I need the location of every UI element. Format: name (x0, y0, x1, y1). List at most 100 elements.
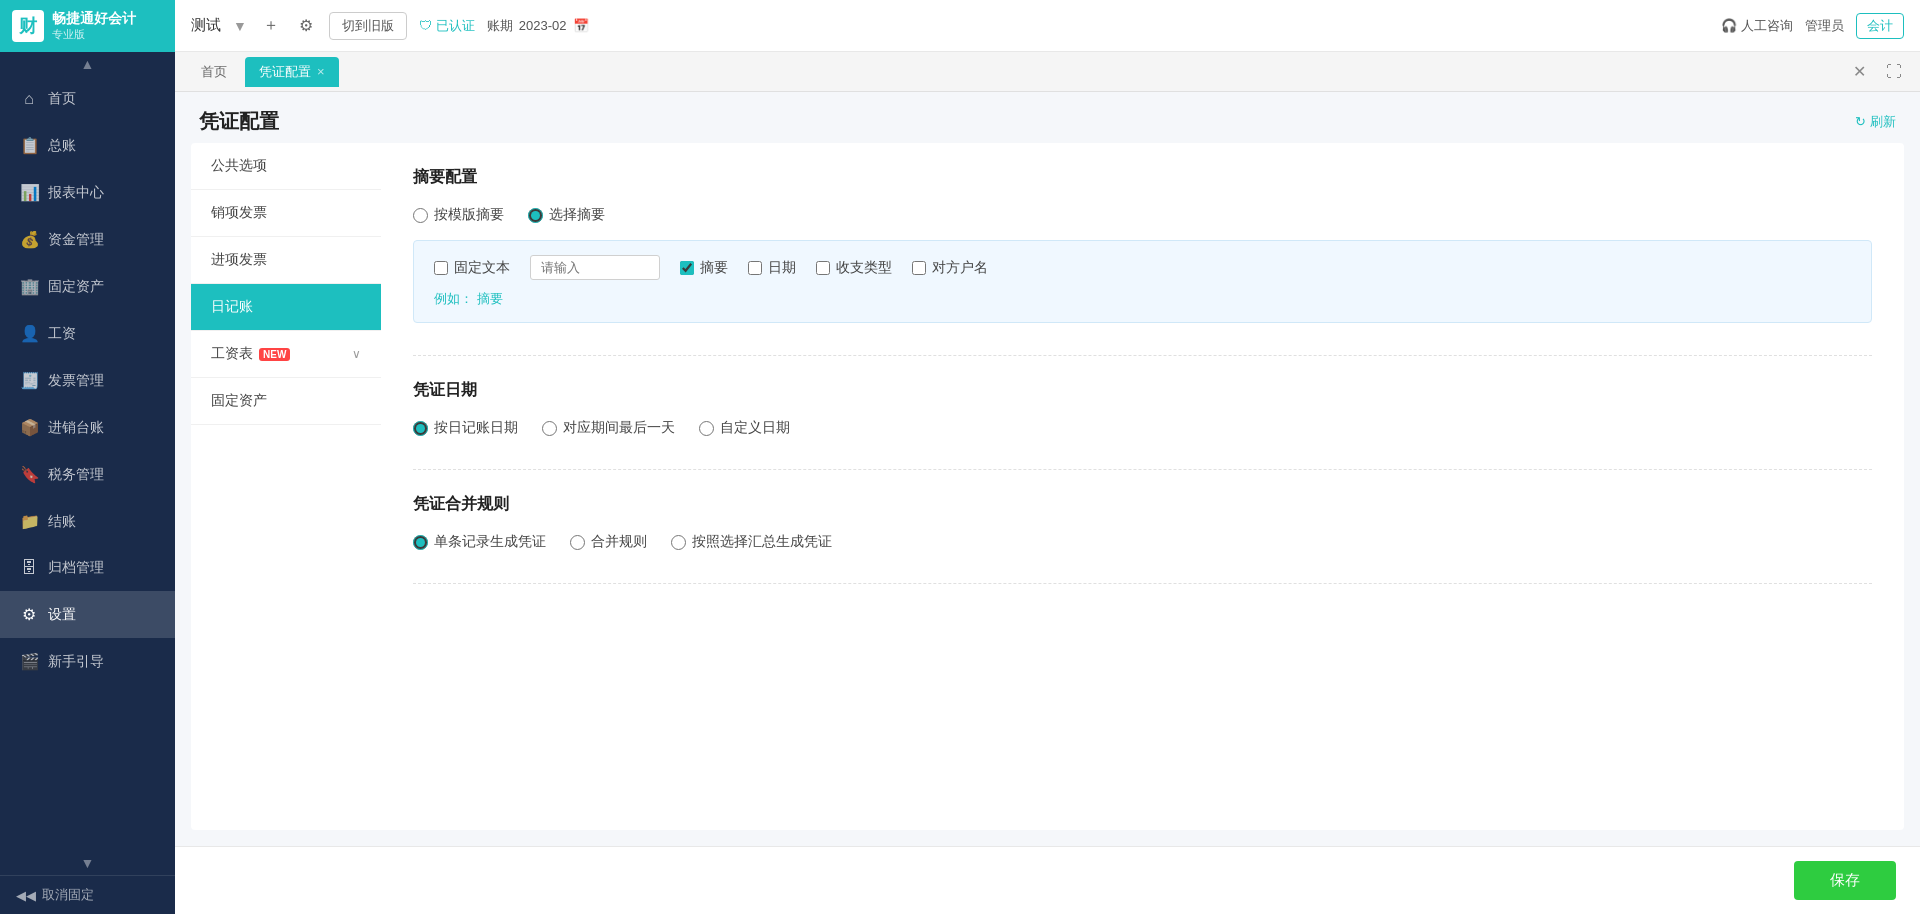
support-label: 人工咨询 (1741, 17, 1793, 35)
tab-home[interactable]: 首页 (187, 57, 241, 87)
sidebar-item-sales[interactable]: 📦 进销台账 (0, 404, 175, 451)
last-day-radio-input[interactable] (542, 421, 557, 436)
merge-rule-label: 合并规则 (591, 533, 647, 551)
refresh-btn[interactable]: ↻ 刷新 (1855, 113, 1896, 131)
add-btn[interactable]: ＋ (259, 11, 283, 40)
summary-template-radio[interactable]: 按模版摘要 (413, 206, 504, 224)
date-checkbox-input[interactable] (748, 261, 762, 275)
cancel-fixed-label: 取消固定 (42, 886, 94, 904)
left-nav-item-sales-invoice[interactable]: 销项发票 (191, 190, 381, 237)
journal-date-radio[interactable]: 按日记账日期 (413, 419, 518, 437)
summary-select-radio[interactable]: 选择摘要 (528, 206, 605, 224)
divider-3 (413, 583, 1872, 584)
left-nav-item-payroll[interactable]: 工资表 NEW ∨ (191, 331, 381, 378)
select-merge-radio-input[interactable] (671, 535, 686, 550)
home-icon: ⌂ (20, 90, 38, 108)
tab-voucher-config[interactable]: 凭证配置 × (245, 57, 339, 87)
payment-type-label: 收支类型 (836, 259, 892, 277)
close-period-icon: 📁 (20, 512, 38, 531)
sidebar-scroll-down[interactable]: ▼ (0, 851, 175, 875)
template-radio-label: 按模版摘要 (434, 206, 504, 224)
sidebar-item-settings[interactable]: ⚙ 设置 (0, 591, 175, 638)
left-nav-item-purchase-invoice[interactable]: 进项发票 (191, 237, 381, 284)
fullscreen-btn[interactable]: ⛶ (1880, 61, 1908, 83)
sidebar-item-archive[interactable]: 🗄 归档管理 (0, 545, 175, 591)
custom-date-radio-input[interactable] (699, 421, 714, 436)
custom-date-radio[interactable]: 自定义日期 (699, 419, 790, 437)
sidebar-scroll-up[interactable]: ▲ (0, 52, 175, 76)
invoice-icon: 🧾 (20, 371, 38, 390)
sidebar-item-label: 报表中心 (48, 184, 104, 202)
select-merge-radio[interactable]: 按照选择汇总生成凭证 (671, 533, 832, 551)
fixed-text-checkbox[interactable]: 固定文本 (434, 259, 510, 277)
page: 凭证配置 ↻ 刷新 公共选项 销项发票 进项发票 (175, 92, 1920, 914)
fixed-text-label: 固定文本 (454, 259, 510, 277)
calendar-icon[interactable]: 📅 (573, 18, 589, 33)
sidebar-item-report[interactable]: 📊 报表中心 (0, 169, 175, 216)
sidebar-item-close[interactable]: 📁 结账 (0, 498, 175, 545)
custom-date-label: 自定义日期 (720, 419, 790, 437)
template-radio-input[interactable] (413, 208, 428, 223)
cancel-fixed-btn[interactable]: ◀◀ 取消固定 (0, 875, 175, 914)
last-day-radio[interactable]: 对应期间最后一天 (542, 419, 675, 437)
save-btn[interactable]: 保存 (1794, 861, 1896, 900)
journal-date-radio-input[interactable] (413, 421, 428, 436)
payment-type-checkbox[interactable]: 收支类型 (816, 259, 892, 277)
sidebar-logo: 财 畅捷通好会计 专业版 (0, 0, 175, 52)
payment-type-checkbox-input[interactable] (816, 261, 830, 275)
left-nav-item-fixed-assets[interactable]: 固定资产 (191, 378, 381, 425)
single-record-radio-input[interactable] (413, 535, 428, 550)
period-value: 2023-02 (519, 18, 567, 33)
single-record-label: 单条记录生成凭证 (434, 533, 546, 551)
sidebar-item-ledger[interactable]: 📋 总账 (0, 122, 175, 169)
date-label: 日期 (768, 259, 796, 277)
fixed-text-input[interactable] (530, 255, 660, 280)
sidebar-item-tax[interactable]: 🔖 税务管理 (0, 451, 175, 498)
sidebar-item-label: 设置 (48, 606, 76, 624)
example-text: 例如： 摘要 (434, 290, 1851, 308)
merge-section: 凭证合并规则 单条记录生成凭证 合并规则 (413, 494, 1872, 551)
logo-edition: 专业版 (52, 27, 136, 42)
expand-arrow-icon[interactable]: ∨ (352, 347, 361, 361)
counterparty-checkbox-input[interactable] (912, 261, 926, 275)
left-nav-item-journal[interactable]: 日记账 (191, 284, 381, 331)
refresh-label: 刷新 (1870, 113, 1896, 131)
close-window-btn[interactable]: ✕ (1847, 60, 1872, 83)
assets-icon: 🏢 (20, 277, 38, 296)
archive-icon: 🗄 (20, 559, 38, 577)
sidebar: 财 畅捷通好会计 专业版 ▲ ⌂ 首页 📋 总账 📊 报表中心 💰 资金管理 🏢… (0, 0, 175, 914)
tab-active-label: 凭证配置 (259, 63, 311, 81)
company-dropdown-icon[interactable]: ▼ (233, 18, 247, 34)
select-radio-input[interactable] (528, 208, 543, 223)
period-label: 账期 (487, 17, 513, 35)
summary-checkbox-input[interactable] (680, 261, 694, 275)
sidebar-item-fund[interactable]: 💰 资金管理 (0, 216, 175, 263)
merge-rule-radio[interactable]: 合并规则 (570, 533, 647, 551)
single-record-radio[interactable]: 单条记录生成凭证 (413, 533, 546, 551)
sidebar-item-invoice[interactable]: 🧾 发票管理 (0, 357, 175, 404)
summary-checkbox-container: 固定文本 摘要 日期 (413, 240, 1872, 323)
sidebar-item-guide[interactable]: 🎬 新手引导 (0, 638, 175, 685)
support-btn[interactable]: 🎧 人工咨询 (1721, 17, 1793, 35)
role-btn[interactable]: 会计 (1856, 13, 1904, 39)
tax-icon: 🔖 (20, 465, 38, 484)
fixed-text-checkbox-input[interactable] (434, 261, 448, 275)
date-checkbox[interactable]: 日期 (748, 259, 796, 277)
tab-close-icon[interactable]: × (317, 64, 325, 79)
content-area: 凭证配置 ↻ 刷新 公共选项 销项发票 进项发票 (175, 92, 1920, 914)
left-nav-item-public[interactable]: 公共选项 (191, 143, 381, 190)
counterparty-checkbox[interactable]: 对方户名 (912, 259, 988, 277)
merge-section-title: 凭证合并规则 (413, 494, 1872, 515)
user-name[interactable]: 管理员 (1805, 17, 1844, 35)
topbar: 测试 ▼ ＋ ⚙ 切到旧版 🛡 已认证 账期 2023-02 📅 🎧 人工咨询 … (175, 0, 1920, 52)
summary-checkbox[interactable]: 摘要 (680, 259, 728, 277)
example-value: 摘要 (477, 291, 503, 306)
settings-btn[interactable]: ⚙ (295, 12, 317, 39)
date-section: 凭证日期 按日记账日期 对应期间最后一天 (413, 380, 1872, 437)
switch-version-btn[interactable]: 切到旧版 (329, 12, 407, 40)
sidebar-item-assets[interactable]: 🏢 固定资产 (0, 263, 175, 310)
sidebar-item-salary[interactable]: 👤 工资 (0, 310, 175, 357)
sidebar-item-label: 归档管理 (48, 559, 104, 577)
sidebar-item-home[interactable]: ⌂ 首页 (0, 76, 175, 122)
merge-rule-radio-input[interactable] (570, 535, 585, 550)
